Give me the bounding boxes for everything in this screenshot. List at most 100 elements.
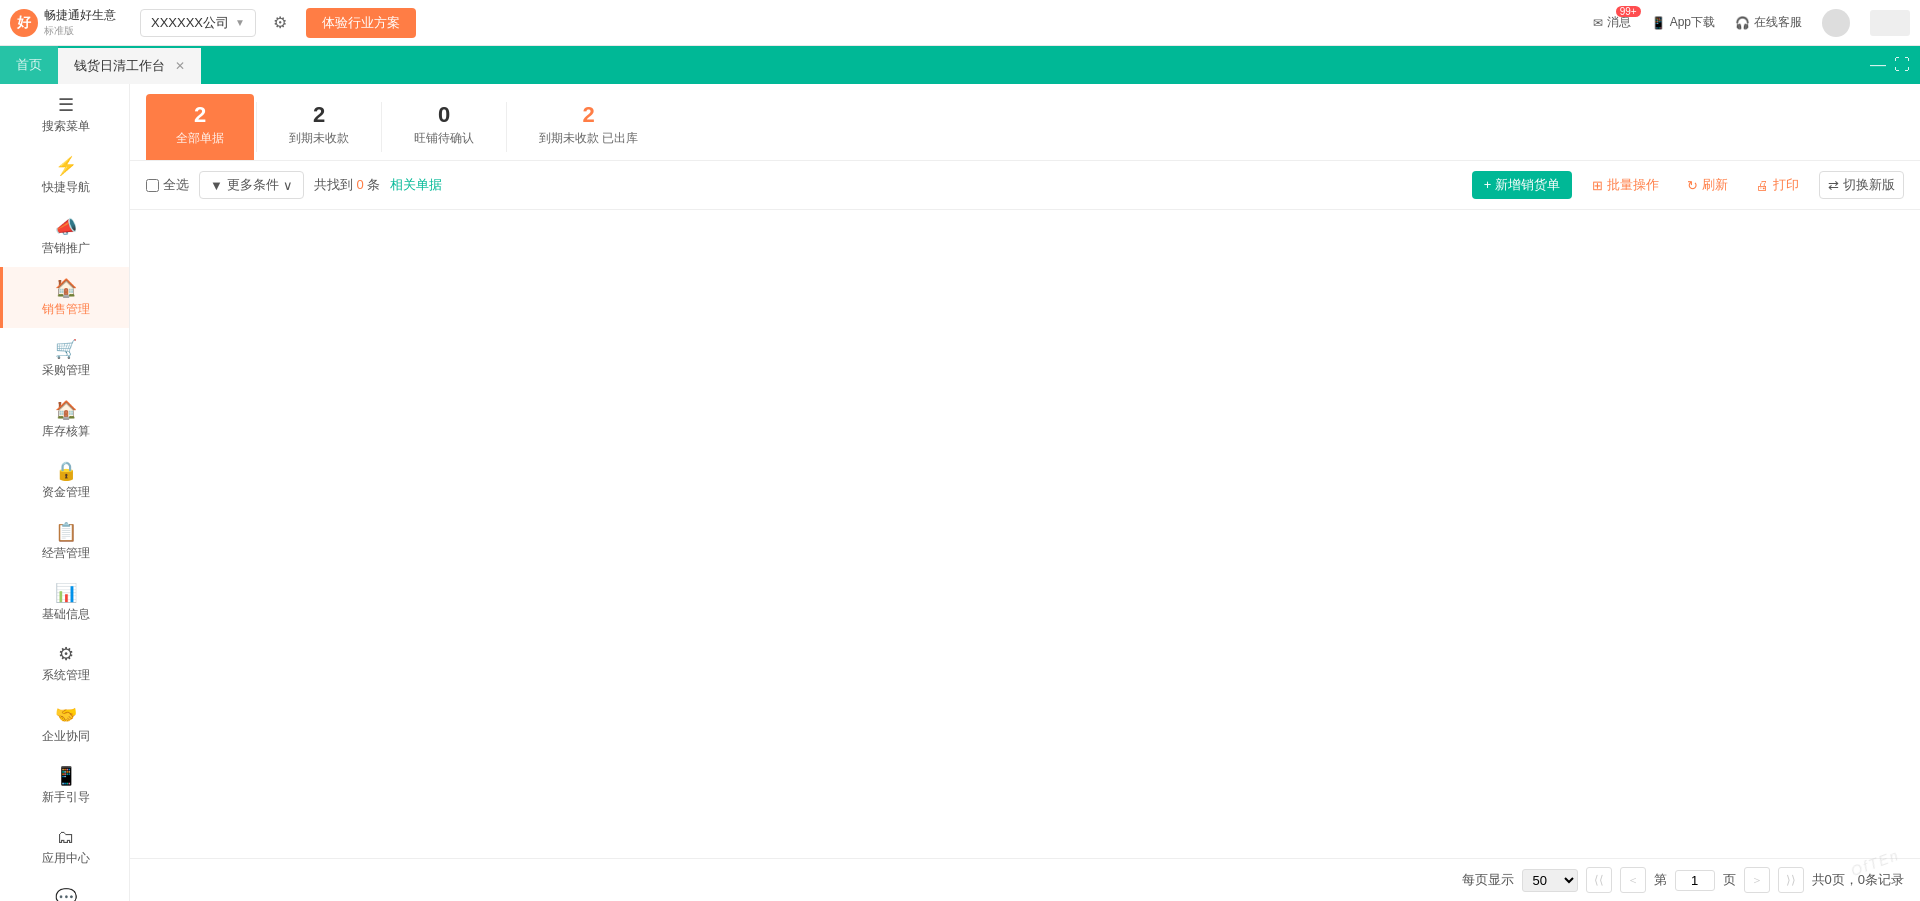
home-tab-label: 首页 (16, 56, 42, 74)
filter-icon: ▼ (210, 178, 223, 193)
avatar[interactable] (1822, 9, 1850, 37)
sidebar-item-system[interactable]: ⚙ 系统管理 (0, 633, 129, 694)
prev-page-btn[interactable]: ＜ (1620, 867, 1646, 893)
select-all-input[interactable] (146, 179, 159, 192)
company-name: XXXXXX公司 (151, 14, 229, 32)
main-layout: ☰ 搜索菜单 ⚡ 快捷导航 📣 营销推广 🏠 销售管理 🛒 采购管理 🏠 库存核… (0, 84, 1920, 901)
total-info: 共0页，0条记录 (1812, 871, 1904, 889)
sidebar-label-operations: 经营管理 (42, 545, 90, 562)
sidebar-item-purchase[interactable]: 🛒 采购管理 (0, 328, 129, 389)
close-tab-icon[interactable]: ✕ (175, 59, 185, 73)
stat-tab-pending[interactable]: 0 旺铺待确认 (384, 94, 504, 160)
batch-icon: ⊞ (1592, 178, 1603, 193)
maximize-icon[interactable]: ⛶ (1894, 56, 1910, 74)
sidebar-label-app-center: 应用中心 (42, 850, 90, 867)
batch-label: 批量操作 (1607, 176, 1659, 194)
filter-label: 更多条件 (227, 176, 279, 194)
found-text: 共找到 0 条 (314, 176, 380, 194)
filter-button[interactable]: ▼ 更多条件 ∨ (199, 171, 304, 199)
quick-nav-icon: ⚡ (55, 157, 77, 175)
stat-tab-overdue-out[interactable]: 2 到期未收款 已出库 (509, 94, 668, 160)
page-input[interactable] (1675, 870, 1715, 891)
found-unit: 条 (367, 177, 380, 192)
sales-icon: 🏠 (55, 279, 77, 297)
tab-work-table[interactable]: 钱货日清工作台 ✕ (58, 46, 201, 84)
sidebar-item-guide[interactable]: 📱 新手引导 (0, 755, 129, 816)
sidebar-item-quick-nav[interactable]: ⚡ 快捷导航 (0, 145, 129, 206)
sidebar-item-sales[interactable]: 🏠 销售管理 (0, 267, 129, 328)
top-header: 好 畅捷通好生意 标准版 XXXXXX公司 ▼ ⚙ 体验行业方案 ✉ 消息 99… (0, 0, 1920, 46)
stat-label-all: 全部单据 (176, 130, 224, 147)
per-page-select[interactable]: 50 20 100 (1522, 869, 1578, 892)
stat-label-overdue-out: 到期未收款 已出库 (539, 130, 638, 147)
sidebar-item-app-center[interactable]: 🗂 应用中心 (0, 816, 129, 877)
stat-num-all: 2 (194, 102, 206, 128)
company-selector[interactable]: XXXXXX公司 ▼ (140, 9, 256, 37)
stat-label-pending: 旺铺待确认 (414, 130, 474, 147)
app-name: 畅捷通好生意 标准版 (44, 8, 116, 37)
download-icon: 📱 (1651, 16, 1666, 30)
app-download-label: App下载 (1670, 14, 1715, 31)
sidebar-item-marketing[interactable]: 📣 营销推广 (0, 206, 129, 267)
toolbar-right: + 新增销货单 ⊞ 批量操作 ↻ 刷新 🖨 打印 ⇄ 切换新版 (1472, 171, 1904, 199)
message-icon: ✉ (1593, 16, 1603, 30)
online-service-btn[interactable]: 🎧 在线客服 (1735, 14, 1802, 31)
minimize-icon[interactable]: — (1870, 56, 1886, 74)
finance-icon: 🔒 (55, 462, 77, 480)
user-menu[interactable] (1870, 10, 1910, 36)
pagination: 每页显示 50 20 100 ⟨⟨ ＜ 第 页 ＞ ⟩⟩ 共0页，0条记录 (130, 858, 1920, 901)
marketing-icon: 📣 (55, 218, 77, 236)
stat-num-overdue: 2 (313, 102, 325, 128)
refresh-label: 刷新 (1702, 176, 1728, 194)
inventory-icon: 🏠 (55, 401, 77, 419)
online-service-label: 在线客服 (1754, 14, 1802, 31)
add-sale-btn[interactable]: + 新增销货单 (1472, 171, 1572, 199)
content-area: 2 全部单据 2 到期未收款 0 旺铺待确认 2 到期未收款 已出库 (130, 84, 1920, 901)
first-page-btn[interactable]: ⟨⟨ (1586, 867, 1612, 893)
per-page-label: 每页显示 (1462, 871, 1514, 889)
message-btn[interactable]: ✉ 消息 99+ (1593, 14, 1631, 31)
sidebar-label-sales: 销售管理 (42, 301, 90, 318)
refresh-icon: ↻ (1687, 178, 1698, 193)
sidebar-item-operations[interactable]: 📋 经营管理 (0, 511, 129, 572)
batch-btn[interactable]: ⊞ 批量操作 (1584, 172, 1667, 198)
stat-tab-all[interactable]: 2 全部单据 (146, 94, 254, 160)
refresh-btn[interactable]: ↻ 刷新 (1679, 172, 1736, 198)
settings-icon[interactable]: ⚙ (266, 9, 294, 37)
print-icon: 🖨 (1756, 178, 1769, 193)
sidebar-item-enterprise[interactable]: 🤝 企业协同 (0, 694, 129, 755)
found-count: 0 (357, 177, 364, 192)
app-download-btn[interactable]: 📱 App下载 (1651, 14, 1715, 31)
trial-button[interactable]: 体验行业方案 (306, 8, 416, 38)
toolbar-left: 全选 ▼ 更多条件 ∨ 共找到 0 条 相关单据 (146, 171, 1460, 199)
sidebar-item-base-info[interactable]: 📊 基础信息 (0, 572, 129, 633)
stat-tabs: 2 全部单据 2 到期未收款 0 旺铺待确认 2 到期未收款 已出库 (130, 84, 1920, 161)
search-menu-icon: ☰ (58, 96, 74, 114)
purchase-icon: 🛒 (55, 340, 77, 358)
system-icon: ⚙ (58, 645, 74, 663)
sidebar-item-wechat[interactable]: 💬 企业微信 (0, 877, 129, 901)
sidebar-item-inventory[interactable]: 🏠 库存核算 (0, 389, 129, 450)
related-link[interactable]: 相关单据 (390, 176, 442, 194)
tab-home[interactable]: 首页 (0, 46, 58, 84)
sidebar-item-finance[interactable]: 🔒 资金管理 (0, 450, 129, 511)
base-info-icon: 📊 (55, 584, 77, 602)
stat-tab-divider-2 (381, 102, 382, 152)
work-table-tab-label: 钱货日清工作台 (74, 57, 165, 75)
stat-tab-overdue[interactable]: 2 到期未收款 (259, 94, 379, 160)
next-page-btn[interactable]: ＞ (1744, 867, 1770, 893)
select-all-checkbox[interactable]: 全选 (146, 176, 189, 194)
sidebar-label-inventory: 库存核算 (42, 423, 90, 440)
print-btn[interactable]: 🖨 打印 (1748, 172, 1807, 198)
stat-num-overdue-out: 2 (583, 102, 595, 128)
switch-version-btn[interactable]: ⇄ 切换新版 (1819, 171, 1904, 199)
logo-area: 好 畅捷通好生意 标准版 (10, 8, 140, 37)
last-page-btn[interactable]: ⟩⟩ (1778, 867, 1804, 893)
found-prefix: 共找到 (314, 177, 353, 192)
chevron-down-icon: ▼ (235, 17, 245, 28)
sidebar-label-search-menu: 搜索菜单 (42, 118, 90, 135)
sidebar-item-search-menu[interactable]: ☰ 搜索菜单 (0, 84, 129, 145)
sidebar-label-guide: 新手引导 (42, 789, 90, 806)
sidebar-label-purchase: 采购管理 (42, 362, 90, 379)
guide-icon: 📱 (55, 767, 77, 785)
